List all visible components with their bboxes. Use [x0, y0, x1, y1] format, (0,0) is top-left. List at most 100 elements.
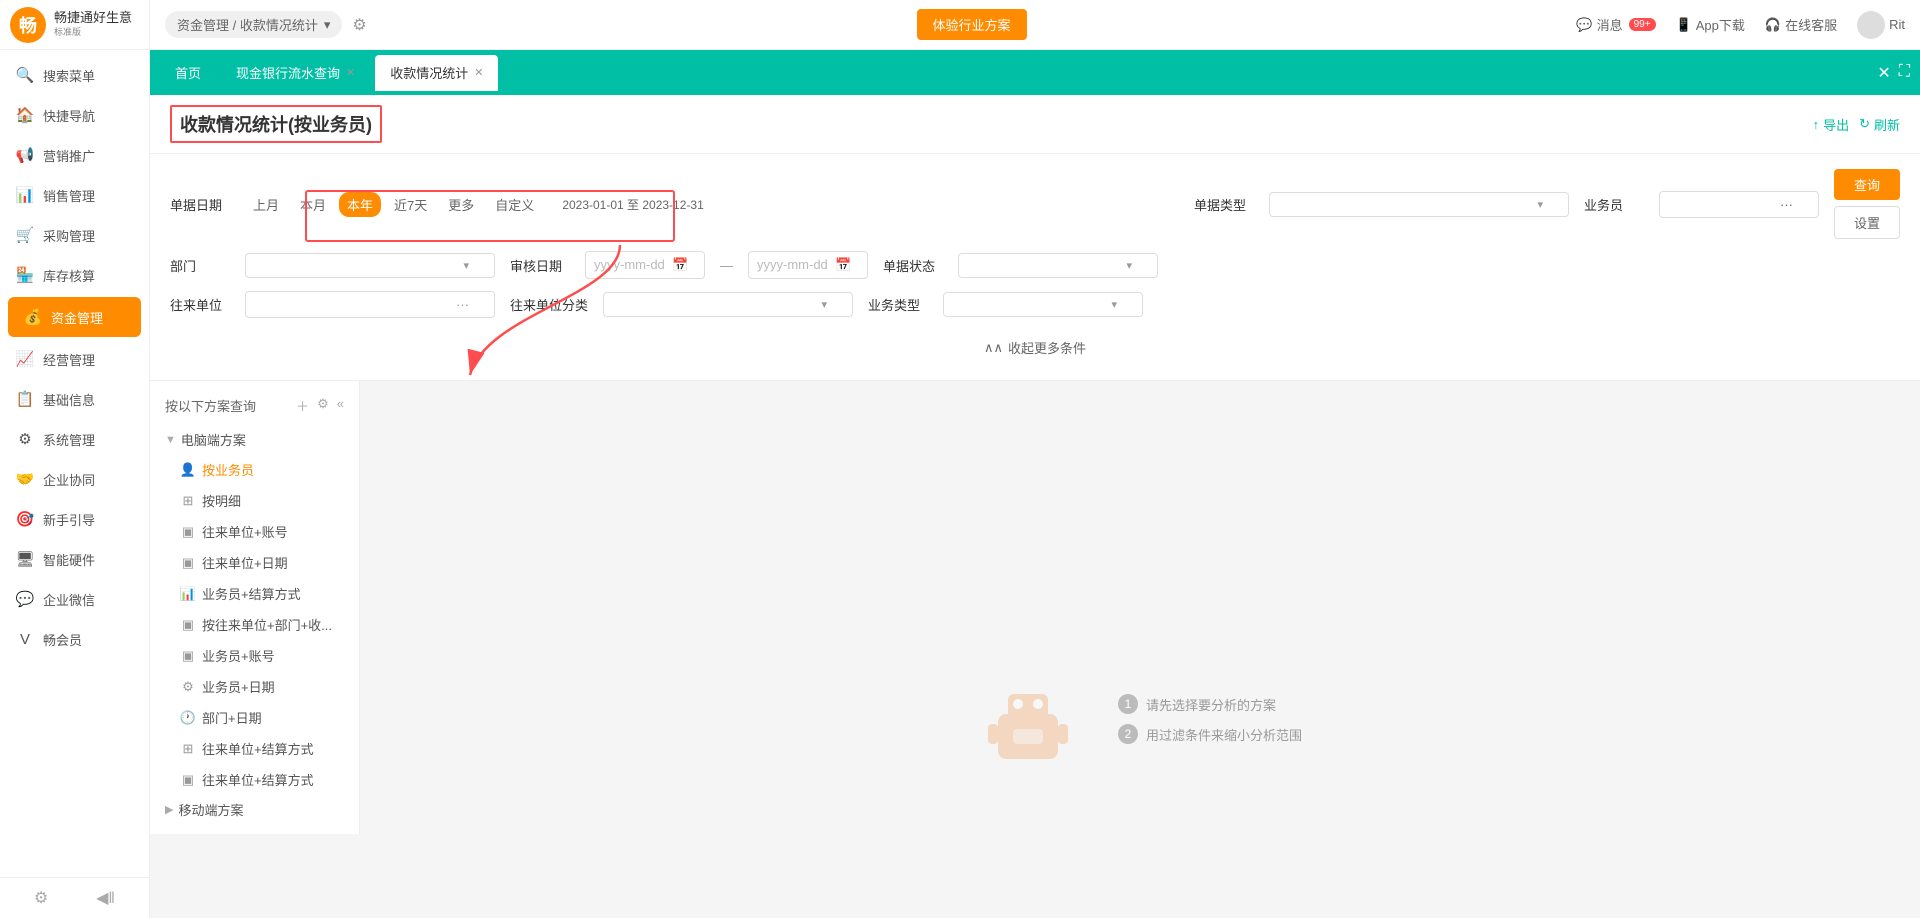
- sidebar-item-wechat[interactable]: 💬企业微信: [0, 579, 149, 619]
- top-header-right: 💬 消息 99+ 📱 App下载 🎧 在线客服 Rit: [1576, 11, 1905, 39]
- bottom-illustration: 1 请先选择要分析的方案 2 用过滤条件来缩小分析范围: [360, 654, 1920, 794]
- add-scheme-icon[interactable]: ＋: [296, 396, 309, 415]
- logo-area: 畅 畅捷通好生意 标准版: [0, 0, 149, 50]
- gear-icon[interactable]: ⚙: [352, 15, 366, 35]
- breadcrumb: 资金管理 / 收款情况统计 ▾: [165, 11, 342, 38]
- app-download-button[interactable]: 📱 App下载: [1676, 15, 1745, 34]
- counterpart-class-select[interactable]: ▾: [603, 292, 853, 317]
- page-title: 收款情况统计(按业务员): [170, 105, 382, 143]
- messages-button[interactable]: 💬 消息 99+: [1576, 15, 1655, 34]
- sidebar-item-fund[interactable]: 💰资金管理: [8, 297, 141, 337]
- counterpart-more: ···: [456, 297, 469, 312]
- logo-text: 畅捷通好生意: [54, 10, 132, 27]
- calendar-icon: 📅: [672, 257, 688, 272]
- export-button[interactable]: ↑ 导出: [1813, 115, 1850, 134]
- date-option-3[interactable]: 近7天: [386, 192, 435, 217]
- scheme-item-0-1[interactable]: ⊞按明细: [150, 485, 359, 516]
- tab-home[interactable]: 首页: [160, 55, 216, 91]
- counterpart-select[interactable]: ···: [245, 291, 495, 318]
- scheme-item-0-9[interactable]: ⊞往来单位+结算方式: [150, 733, 359, 764]
- query-button[interactable]: 查询: [1834, 169, 1900, 200]
- date-option-4[interactable]: 更多: [440, 192, 482, 217]
- scheme-item-0-0[interactable]: 👤按业务员: [150, 454, 359, 485]
- date-range-text: 2023-01-01 至 2023-12-31: [562, 196, 703, 213]
- page-content: 收款情况统计(按业务员) ↑ 导出 ↻ 刷新 单据日期 上月本月本年近7天更多自…: [150, 95, 1920, 918]
- sidebar-item-search[interactable]: 🔍搜索菜单: [0, 55, 149, 95]
- sidebar-item-inventory[interactable]: 🏪库存核算: [0, 255, 149, 295]
- scheme-item-0-4[interactable]: 📊业务员+结算方式: [150, 578, 359, 609]
- filter-panel: 单据日期 上月本月本年近7天更多自定义 2023-01-01 至 2023-12…: [150, 154, 1920, 381]
- collapse-sidebar-icon[interactable]: ◀‖: [96, 888, 115, 908]
- service-icon: 🎧: [1765, 17, 1781, 33]
- hint-num-2: 2: [1118, 724, 1138, 744]
- app-download-label: App下载: [1696, 15, 1745, 34]
- scheme-group-header-1[interactable]: ▶移动端方案: [150, 795, 359, 824]
- salesperson-select[interactable]: ···: [1659, 191, 1819, 218]
- scheme-item-0-3[interactable]: ▣往来单位+日期: [150, 547, 359, 578]
- dept-select[interactable]: ▾: [245, 253, 495, 278]
- tab-label-home: 首页: [175, 63, 201, 82]
- doc-status-label: 单据状态: [883, 256, 943, 275]
- review-date-to-input[interactable]: yyyy-mm-dd 📅: [748, 251, 868, 279]
- biz-type-chevron: ▾: [1111, 298, 1117, 311]
- trial-button[interactable]: 体验行业方案: [917, 9, 1027, 40]
- sidebar-item-quicknav[interactable]: 🏠快捷导航: [0, 95, 149, 135]
- sidebar-item-member[interactable]: V畅会员: [0, 619, 149, 659]
- enterprise-icon: 🤝: [15, 469, 35, 489]
- dept-chevron: ▾: [463, 259, 469, 272]
- collapse-label: 收起更多条件: [1008, 338, 1086, 357]
- date-option-5[interactable]: 自定义: [487, 192, 542, 217]
- sidebar-item-purchase[interactable]: 🛒采购管理: [0, 215, 149, 255]
- sidebar-item-guide[interactable]: 🎯新手引导: [0, 499, 149, 539]
- tab-collection[interactable]: 收款情况统计✕: [375, 55, 498, 91]
- scheme-item-icon-5: ▣: [180, 617, 196, 633]
- scheme-item-0-5[interactable]: ▣按往来单位+部门+收...: [150, 609, 359, 640]
- doc-status-select[interactable]: ▾: [958, 253, 1158, 278]
- date-option-1[interactable]: 本月: [292, 192, 334, 217]
- scheme-item-icon-2: ▣: [180, 524, 196, 540]
- tab-close-bank[interactable]: ✕: [346, 66, 355, 79]
- sidebar-item-hardware[interactable]: 🖥智能硬件: [0, 539, 149, 579]
- sidebar-item-basicinfo[interactable]: 📋基础信息: [0, 379, 149, 419]
- sidebar-item-marketing[interactable]: 📢营销推广: [0, 135, 149, 175]
- tab-bank[interactable]: 现金银行流水查询✕: [221, 55, 370, 91]
- scheme-item-0-2[interactable]: ▣往来单位+账号: [150, 516, 359, 547]
- scheme-item-0-8[interactable]: 🕐部门+日期: [150, 702, 359, 733]
- sidebar-item-enterprise[interactable]: 🤝企业协同: [0, 459, 149, 499]
- refresh-icon: ↻: [1859, 116, 1870, 132]
- gear-scheme-icon[interactable]: ⚙: [317, 396, 329, 415]
- scheme-item-0-7[interactable]: ⚙业务员+日期: [150, 671, 359, 702]
- sidebar-item-sales[interactable]: 📊销售管理: [0, 175, 149, 215]
- scheme-group-header-0[interactable]: ▼电脑端方案: [150, 425, 359, 454]
- review-date-from-input[interactable]: yyyy-mm-dd 📅: [585, 251, 705, 279]
- refresh-button[interactable]: ↻ 刷新: [1859, 115, 1900, 134]
- counterpart-label: 往来单位: [170, 295, 230, 314]
- setting-button[interactable]: 设置: [1834, 206, 1900, 239]
- hardware-icon: 🖥: [15, 549, 35, 569]
- date-option-2[interactable]: 本年: [339, 192, 381, 217]
- close-window-icon[interactable]: ✕: [1877, 63, 1890, 83]
- sidebar-item-system[interactable]: ⚙系统管理: [0, 419, 149, 459]
- date-option-0[interactable]: 上月: [245, 192, 287, 217]
- tab-bar: 首页现金银行流水查询✕收款情况统计✕✕⛶: [150, 50, 1920, 95]
- collapse-button[interactable]: ∧∧ 收起更多条件: [170, 330, 1900, 365]
- tab-close-collection[interactable]: ✕: [474, 66, 483, 79]
- expand-icon[interactable]: ⛶: [1899, 63, 1910, 83]
- sidebar-bottom: ⚙ ◀‖: [0, 877, 149, 918]
- main-area: 资金管理 / 收款情况统计 ▾ ⚙ 体验行业方案 💬 消息 99+ 📱 App下…: [150, 0, 1920, 918]
- member-icon: V: [15, 629, 35, 649]
- biz-type-select[interactable]: ▾: [943, 292, 1143, 317]
- sidebar-item-operations[interactable]: 📈经营管理: [0, 339, 149, 379]
- online-service-button[interactable]: 🎧 在线客服: [1765, 15, 1837, 34]
- collapse-left-icon[interactable]: «: [337, 396, 344, 415]
- content-area: 按以下方案查询 ＋ ⚙ « ▼电脑端方案👤按业务员⊞按明细▣往来单位+账号▣往来…: [150, 381, 1920, 834]
- right-content: 1 请先选择要分析的方案 2 用过滤条件来缩小分析范围: [360, 381, 1920, 834]
- user-avatar-area[interactable]: Rit: [1857, 11, 1905, 39]
- tab-bar-actions: ✕⛶: [1877, 63, 1910, 83]
- group-arrow-0: ▼: [165, 434, 176, 446]
- scheme-item-0-6[interactable]: ▣业务员+账号: [150, 640, 359, 671]
- scheme-item-icon-9: ⊞: [180, 741, 196, 757]
- settings-bottom-icon[interactable]: ⚙: [34, 888, 48, 908]
- scheme-item-0-10[interactable]: ▣往来单位+结算方式: [150, 764, 359, 795]
- doc-type-select[interactable]: ▾: [1269, 192, 1569, 217]
